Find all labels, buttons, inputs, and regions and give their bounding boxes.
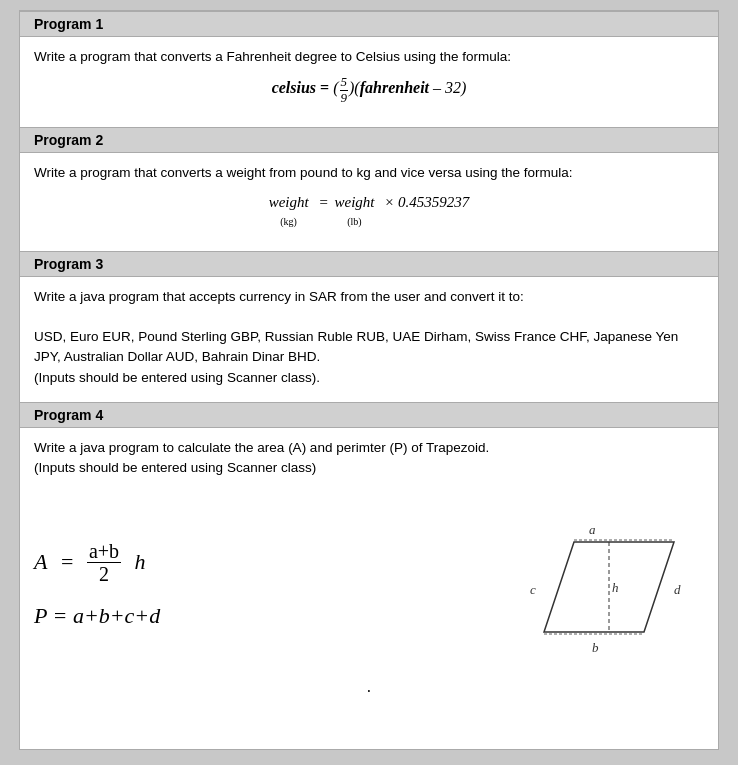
fahrenheit-formula: (fahrenheit – 32): [354, 80, 466, 97]
program4-body: Write a java program to calculate the ar…: [20, 428, 718, 493]
program1-desc: Write a program that converts a Fahrenhe…: [34, 47, 704, 67]
area-A-label: A: [34, 549, 47, 575]
weight-lb-group: weight (lb): [335, 191, 375, 229]
program4-header: Program 4: [20, 402, 718, 428]
program3-desc: Write a java program that accepts curren…: [34, 287, 704, 307]
area-formula: A = a+b 2 h: [34, 540, 464, 585]
area-equals: =: [55, 549, 78, 575]
label-a: a: [589, 522, 596, 537]
celsius-label: celsius: [272, 80, 316, 97]
program1-title: Program 1: [34, 16, 103, 32]
weight-multiplier: × 0.45359237: [381, 191, 470, 214]
program2-desc: Write a program that converts a weight f…: [34, 163, 704, 183]
trapezoid-section: A = a+b 2 h P = a+b+c+d a b: [20, 492, 718, 680]
program2-header: Program 2: [20, 127, 718, 153]
trapezoid-formulas: A = a+b 2 h P = a+b+c+d: [34, 540, 464, 629]
program4-title: Program 4: [34, 407, 103, 423]
label-c: c: [530, 582, 536, 597]
program2-title: Program 2: [34, 132, 103, 148]
celsius-formula: celsius = (59)(fahrenheit – 32): [34, 75, 704, 105]
label-b: b: [592, 640, 599, 655]
main-page: Program 1 Write a program that converts …: [19, 10, 719, 750]
area-h: h: [129, 549, 146, 575]
equals-sign: =: [320, 80, 333, 97]
weight-kg-sub: (kg): [280, 214, 297, 229]
weight-lb-label: weight: [335, 191, 375, 214]
program1-body: Write a program that converts a Fahrenhe…: [20, 37, 718, 127]
trapezoid-diagram: a b c d h: [484, 502, 704, 666]
program3-body: Write a java program that accepts curren…: [20, 277, 718, 402]
open-paren: (: [333, 80, 338, 97]
program4-inputs: (Inputs should be entered using Scanner …: [34, 458, 704, 478]
area-denominator: 2: [99, 563, 109, 585]
program2-body: Write a program that converts a weight f…: [20, 153, 718, 251]
program3-header: Program 3: [20, 251, 718, 277]
label-h: h: [612, 580, 619, 595]
weight-kg-group: weight (kg): [269, 191, 309, 229]
program3-inputs: (Inputs should be entered using Scanner …: [34, 368, 704, 388]
five-ninths-fraction: 59: [340, 75, 349, 105]
weight-lb-sub: (lb): [347, 214, 361, 229]
weight-formula: weight (kg) = weight (lb) × 0.45359237: [34, 191, 704, 229]
program3-title: Program 3: [34, 256, 103, 272]
weight-kg-label: weight: [269, 191, 309, 214]
program3-currencies: USD, Euro EUR, Pound Sterling GBP, Russi…: [34, 327, 704, 368]
label-d: d: [674, 582, 681, 597]
trapezoid-image: a b c d h: [484, 502, 704, 662]
perimeter-formula: P = a+b+c+d: [34, 603, 464, 629]
page-dot: •: [368, 687, 371, 696]
area-fraction: a+b 2: [87, 540, 121, 585]
weight-equals: =: [315, 191, 329, 214]
area-numerator: a+b: [87, 540, 121, 563]
page-indicator: •: [20, 680, 718, 706]
program1-header: Program 1: [20, 11, 718, 37]
program4-desc: Write a java program to calculate the ar…: [34, 438, 704, 458]
perimeter-text: P = a+b+c+d: [34, 603, 160, 628]
